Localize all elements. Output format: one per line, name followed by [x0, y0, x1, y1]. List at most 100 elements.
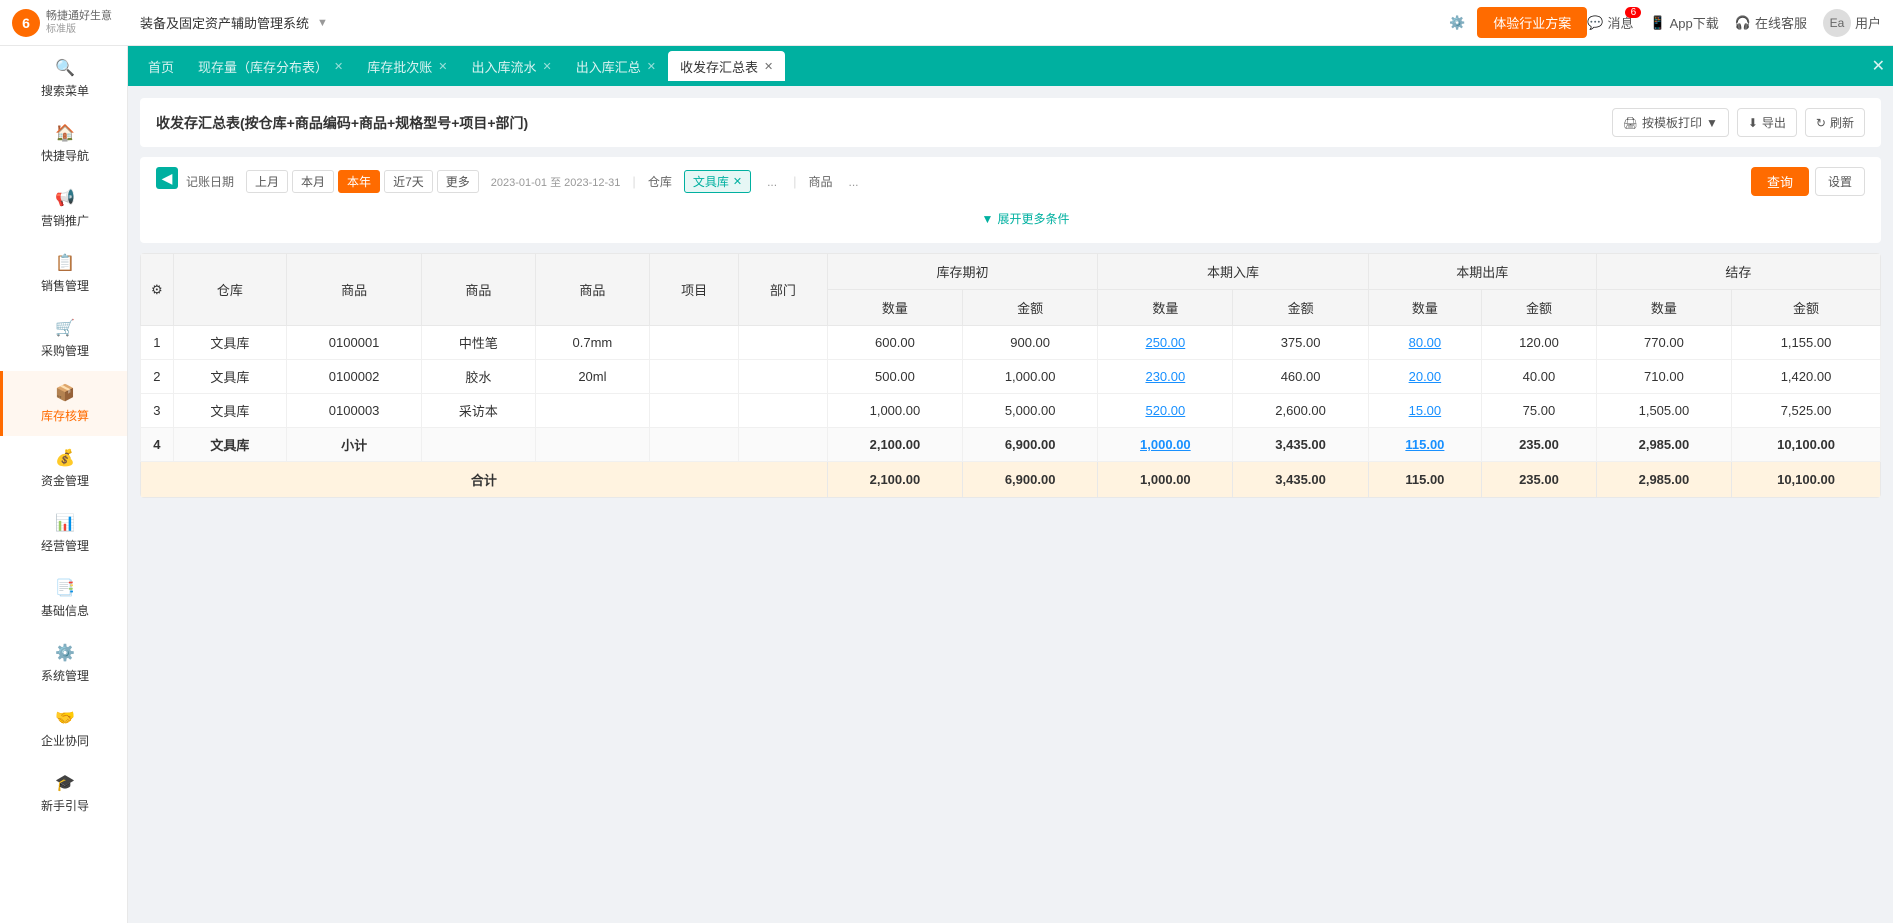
page-title: 收发存汇总表(按仓库+商品编码+商品+规格型号+项目+部门) [156, 113, 528, 133]
filter-bar: ◀ 记账日期 上月 本月 本年 近7天 更多 2023-01-01 至 20 [140, 157, 1881, 243]
goods-more-button[interactable]: ... [844, 173, 862, 191]
tab-home[interactable]: 首页 [136, 51, 186, 81]
remove-warehouse-tag-button[interactable]: ✕ [733, 175, 742, 188]
date-curr-year-btn[interactable]: 本年 [338, 170, 380, 193]
row1-out-qty[interactable]: 80.00 [1368, 326, 1481, 360]
sidebar-item-basic[interactable]: 📑 基础信息 [0, 566, 127, 631]
filter-row-1: 记账日期 上月 本月 本年 近7天 更多 2023-01-01 至 2023-1… [186, 167, 1865, 196]
row1-goods-name: 中性笔 [422, 326, 535, 360]
subtotal-no: 4 [141, 428, 174, 462]
tab-in-out-flow[interactable]: 出入库流水 ✕ [459, 51, 563, 81]
warehouse-more-button[interactable]: ... [763, 173, 781, 191]
logo-icon: 6 [12, 9, 40, 37]
page-actions: 🖨 按模板打印 ▼ ⬇ 导出 ↻ 刷新 [1612, 108, 1865, 137]
export-button[interactable]: ⬇ 导出 [1737, 108, 1797, 137]
refresh-button[interactable]: ↻ 刷新 [1805, 108, 1865, 137]
sidebar-item-search[interactable]: 🔍 搜索菜单 [0, 46, 127, 111]
row3-opening-amt: 5,000.00 [963, 394, 1098, 428]
tab-in-out-summary[interactable]: 出入库汇总 ✕ [564, 51, 668, 81]
setting-button[interactable]: 设置 [1815, 167, 1865, 196]
settings-icon[interactable]: ⚙️ [1449, 15, 1465, 31]
footer-opening-amt: 6,900.00 [963, 462, 1098, 498]
footer-closing-qty: 2,985.00 [1596, 462, 1731, 498]
date-7days-btn[interactable]: 近7天 [384, 170, 433, 193]
tab-inventory-dist[interactable]: 现存量（库存分布表） ✕ [186, 51, 355, 81]
footer-in-amt: 3,435.00 [1233, 462, 1368, 498]
filter-collapse-button[interactable]: ◀ [156, 167, 178, 189]
table-row: 3 文具库 0100003 采访本 1,000.00 5,000.00 520.… [141, 394, 1881, 428]
row2-no: 2 [141, 360, 174, 394]
sidebar-item-system[interactable]: ⚙️ 系统管理 [0, 631, 127, 696]
subtotal-out-qty[interactable]: 115.00 [1368, 428, 1481, 462]
subtotal-in-qty[interactable]: 1,000.00 [1098, 428, 1233, 462]
tab-close-in-out-summary[interactable]: ✕ [647, 60, 656, 73]
row2-closing-qty: 710.00 [1596, 360, 1731, 394]
date-more-btn[interactable]: 更多 [437, 170, 479, 193]
date-prev-month-btn[interactable]: 上月 [246, 170, 288, 193]
sidebar-item-finance[interactable]: 💰 资金管理 [0, 436, 127, 501]
sidebar-item-sales[interactable]: 📋 销售管理 [0, 241, 127, 306]
chart-icon: 📊 [55, 513, 75, 533]
row1-department [739, 326, 828, 360]
row1-warehouse: 文具库 [173, 326, 286, 360]
col-group-opening: 库存期初 [827, 254, 1097, 290]
row3-in-qty[interactable]: 520.00 [1098, 394, 1233, 428]
date-shortcuts: 上月 本月 本年 近7天 更多 [246, 170, 479, 193]
sidebar-item-purchase[interactable]: 🛒 采购管理 [0, 306, 127, 371]
sidebar-item-inventory[interactable]: 📦 库存核算 [0, 371, 127, 436]
col-header-department: 部门 [739, 254, 828, 326]
tab-recv-send-summary[interactable]: 收发存汇总表 ✕ [668, 51, 785, 81]
table-settings-icon[interactable]: ⚙ [141, 254, 174, 326]
expand-more-conditions-button[interactable]: ▼ 展开更多条件 [982, 210, 1070, 227]
tab-close-inventory-dist[interactable]: ✕ [334, 60, 343, 73]
row2-out-qty[interactable]: 20.00 [1368, 360, 1481, 394]
top-right: 💬 消息 6 📱 App下载 🎧 在线客服 Ea 用户 [1587, 9, 1881, 37]
subtotal-opening-amt: 6,900.00 [963, 428, 1098, 462]
row1-closing-qty: 770.00 [1596, 326, 1731, 360]
col-header-goods-code: 商品 [286, 254, 421, 326]
sidebar-item-operation[interactable]: 📊 经营管理 [0, 501, 127, 566]
footer-opening-qty: 2,100.00 [827, 462, 962, 498]
row2-in-qty[interactable]: 230.00 [1098, 360, 1233, 394]
row1-closing-amt: 1,155.00 [1732, 326, 1881, 360]
subtotal-row: 4 文具库 小计 2,100.00 6,900.00 1,000.00 3,43… [141, 428, 1881, 462]
app-download-button[interactable]: 📱 App下载 [1649, 13, 1718, 32]
row2-in-amt: 460.00 [1233, 360, 1368, 394]
sidebar-item-guide[interactable]: 🎓 新手引导 [0, 761, 127, 826]
tab-bar-close-button[interactable]: ✕ [1872, 56, 1885, 76]
date-curr-month-btn[interactable]: 本月 [292, 170, 334, 193]
user-profile-button[interactable]: Ea 用户 [1823, 9, 1881, 37]
expand-row: ▼ 展开更多条件 [186, 204, 1865, 233]
subtotal-opening-qty: 2,100.00 [827, 428, 962, 462]
row1-in-amt: 375.00 [1233, 326, 1368, 360]
row3-warehouse: 文具库 [173, 394, 286, 428]
row3-out-amt: 75.00 [1482, 394, 1597, 428]
top-header: 6 畅捷通好生意 标准版 装备及固定资产辅助管理系统 ▼ ⚙️ 体验行业方案 💬… [0, 0, 1893, 46]
tab-close-recv-send-summary[interactable]: ✕ [764, 60, 773, 73]
print-button[interactable]: 🖨 按模板打印 ▼ [1612, 108, 1729, 137]
messages-button[interactable]: 💬 消息 6 [1587, 13, 1633, 32]
query-button[interactable]: 查询 [1751, 167, 1809, 196]
col-in-qty: 数量 [1098, 290, 1233, 326]
row3-opening-qty: 1,000.00 [827, 394, 962, 428]
home-icon: 🏠 [55, 123, 75, 143]
col-header-warehouse: 仓库 [173, 254, 286, 326]
row2-goods-spec: 20ml [535, 360, 650, 394]
gear-icon: ⚙️ [55, 643, 75, 663]
phone-icon: 📱 [1649, 15, 1665, 31]
row2-project [650, 360, 739, 394]
sidebar-item-marketing[interactable]: 📢 营销推广 [0, 176, 127, 241]
tab-batch[interactable]: 库存批次账 ✕ [355, 51, 459, 81]
sidebar-item-quick-nav[interactable]: 🏠 快捷导航 [0, 111, 127, 176]
print-icon: 🖨 [1623, 116, 1638, 130]
tab-close-batch[interactable]: ✕ [438, 60, 447, 73]
main-layout: 🔍 搜索菜单 🏠 快捷导航 📢 营销推广 📋 销售管理 🛒 采购管理 📦 库存核… [0, 46, 1893, 923]
trial-button[interactable]: 体验行业方案 [1477, 7, 1587, 38]
table-container: ⚙ 仓库 商品 商品 商品 项目 部门 库存期初 本期入库 本期出库 结存 [140, 253, 1881, 498]
tab-close-in-out-flow[interactable]: ✕ [543, 60, 552, 73]
row3-out-qty[interactable]: 15.00 [1368, 394, 1481, 428]
online-service-button[interactable]: 🎧 在线客服 [1735, 13, 1807, 32]
sidebar-item-enterprise[interactable]: 🤝 企业协同 [0, 696, 127, 761]
row1-in-qty[interactable]: 250.00 [1098, 326, 1233, 360]
avatar: Ea [1823, 9, 1851, 37]
